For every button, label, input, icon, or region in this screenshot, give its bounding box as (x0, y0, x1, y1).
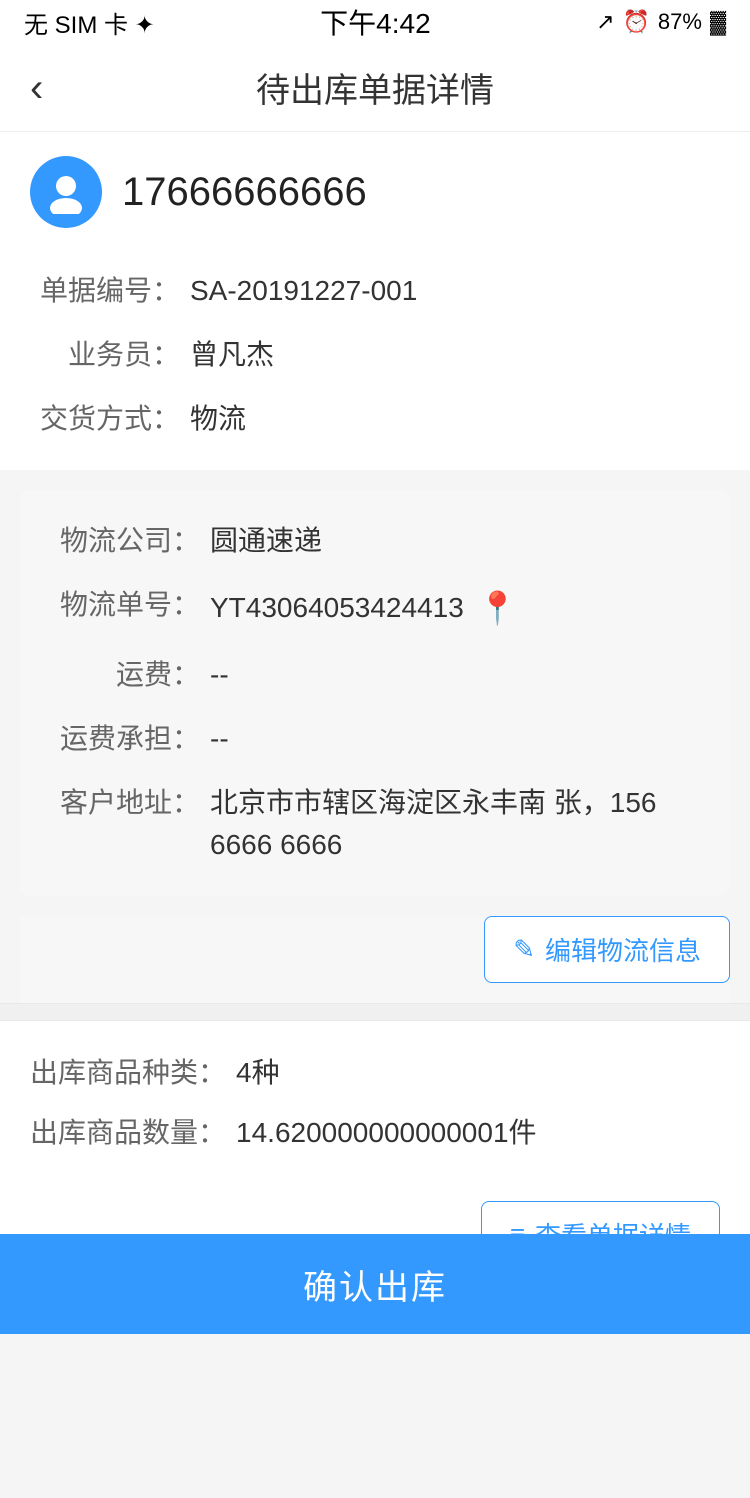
doc-number-label: 单据编号： (30, 270, 190, 312)
goods-qty-label: 出库商品数量： (30, 1111, 236, 1151)
freight-label: 运费： (50, 654, 210, 696)
staff-label: 业务员： (30, 334, 190, 376)
logistics-company-label: 物流公司： (50, 520, 210, 562)
status-bar: 无 SIM 卡 ✦ 下午4:42 ↗ ⏰ 87% ▓ (0, 0, 750, 44)
confirm-btn-container[interactable]: 确认出库 (0, 1234, 750, 1334)
nav-bar: ‹ 待出库单据详情 (0, 44, 750, 132)
status-right: ↗ ⏰ 87% ▓ (596, 9, 726, 35)
goods-type-row: 出库商品种类： 4种 (30, 1051, 720, 1091)
goods-type-value: 4种 (236, 1051, 280, 1091)
edit-logistics-button[interactable]: ✎ 编辑物流信息 (484, 916, 730, 983)
address-value: 北京市市辖区海淀区永丰南 张，156 6666 6666 (210, 782, 700, 866)
doc-number-row: 单据编号： SA-20191227-001 (30, 270, 720, 312)
battery-icon: ▓ (710, 9, 726, 35)
goods-qty-value: 14.620000000000001件 (236, 1111, 537, 1151)
logistics-card: 物流公司： 圆通速递 物流单号： YT43064053424413 📍 运费： … (20, 490, 730, 896)
doc-number-value: SA-20191227-001 (190, 270, 720, 312)
page-title: 待出库单据详情 (256, 63, 494, 112)
freight-bear-label: 运费承担： (50, 718, 210, 760)
address-label: 客户地址： (50, 782, 210, 824)
logistics-company-row: 物流公司： 圆通速递 (50, 520, 700, 562)
section-divider (0, 1003, 750, 1021)
freight-value: -- (210, 654, 700, 696)
edit-icon: ✎ (513, 934, 535, 965)
back-button[interactable]: ‹ (30, 68, 43, 108)
delivery-row: 交货方式： 物流 (30, 398, 720, 440)
delivery-label: 交货方式： (30, 398, 190, 440)
edit-btn-label: 编辑物流信息 (545, 931, 701, 968)
freight-bear-row: 运费承担： -- (50, 718, 700, 760)
logistics-tracking-label: 物流单号： (50, 584, 210, 626)
confirm-btn-text: 确认出库 (303, 1260, 447, 1309)
goods-section: 出库商品种类： 4种 出库商品数量： 14.620000000000001件 (0, 1021, 750, 1191)
goods-type-label: 出库商品种类： (30, 1051, 236, 1091)
battery-text: 87% (658, 9, 702, 35)
freight-row: 运费： -- (50, 654, 700, 696)
edit-btn-row: ✎ 编辑物流信息 (20, 916, 730, 1003)
logistics-tracking-row: 物流单号： YT43064053424413 📍 (50, 584, 700, 632)
tracking-location-icon[interactable]: 📍 (478, 584, 518, 632)
logistics-company-value: 圆通速递 (210, 520, 700, 562)
alarm-icon: ⏰ (623, 9, 650, 35)
freight-bear-value: -- (210, 718, 700, 760)
avatar-icon (44, 170, 88, 214)
logistics-tracking-value: YT43064053424413 📍 (210, 584, 700, 632)
status-left: 无 SIM 卡 ✦ (24, 5, 155, 40)
avatar (30, 156, 102, 228)
staff-value: 曾凡杰 (190, 334, 720, 376)
user-header: 17666666666 (0, 132, 750, 228)
staff-row: 业务员： 曾凡杰 (30, 334, 720, 376)
location-status-icon: ↗ (596, 9, 614, 35)
status-time: 下午4:42 (320, 2, 431, 42)
goods-qty-row: 出库商品数量： 14.620000000000001件 (30, 1111, 720, 1151)
dashed-divider (0, 228, 750, 240)
tracking-number-text: YT43064053424413 (210, 587, 464, 629)
user-phone: 17666666666 (122, 170, 367, 215)
document-info-section: 单据编号： SA-20191227-001 业务员： 曾凡杰 交货方式： 物流 (0, 240, 750, 470)
delivery-value: 物流 (190, 398, 720, 440)
no-sim-text: 无 SIM 卡 ✦ (24, 5, 155, 40)
address-row: 客户地址： 北京市市辖区海淀区永丰南 张，156 6666 6666 (50, 782, 700, 866)
